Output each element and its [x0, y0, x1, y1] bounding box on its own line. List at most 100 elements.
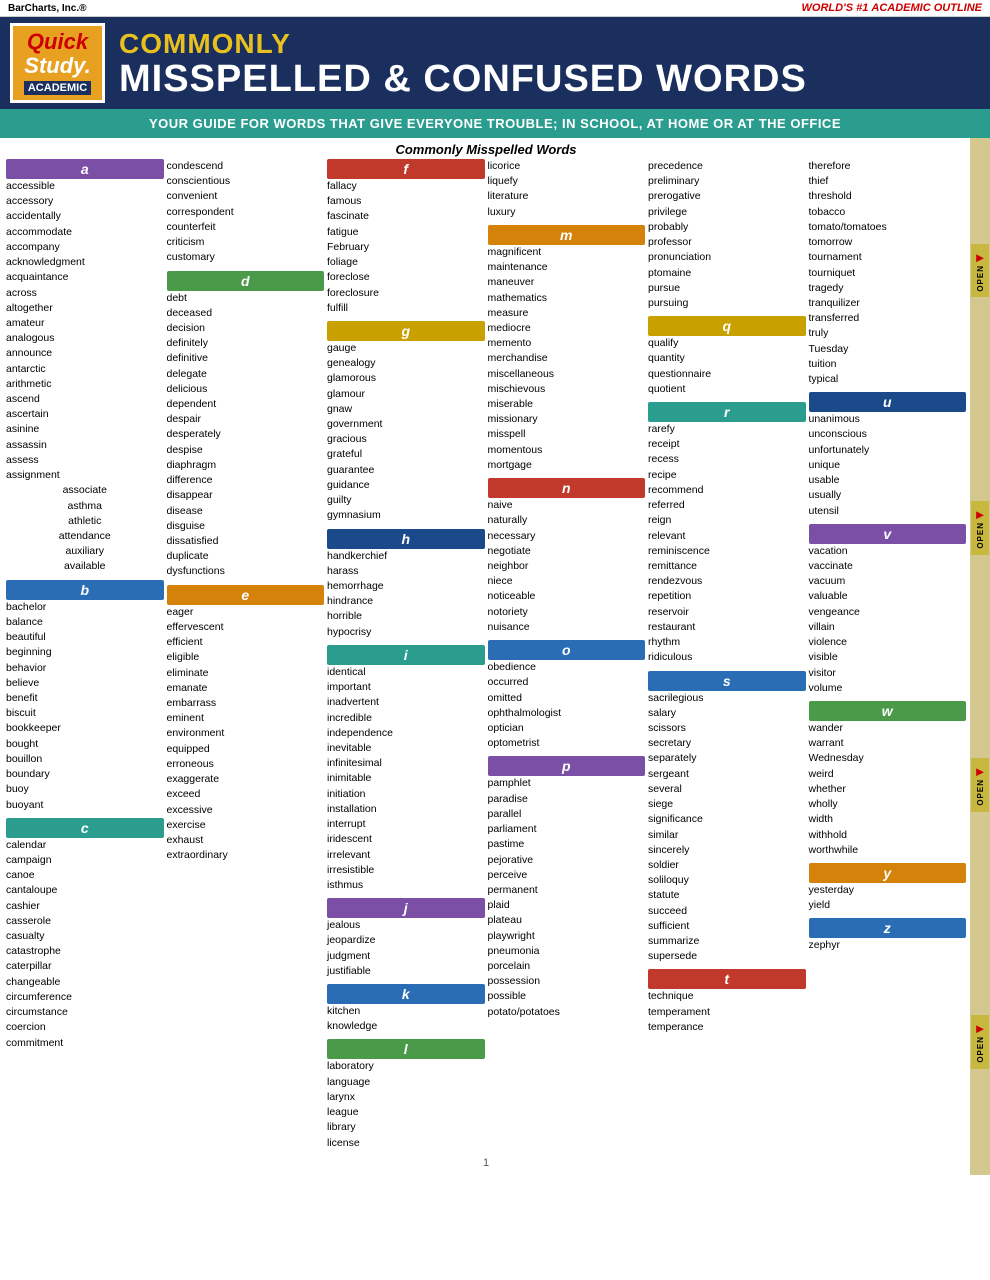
word-item: neighbor [488, 559, 646, 574]
word-item: pamphlet [488, 776, 646, 791]
word-list-o: obedience occurred omitted ophthalmologi… [488, 660, 646, 751]
word-item: salary [648, 706, 806, 721]
word-item: preliminary [648, 174, 806, 189]
word-item: acquaintance [6, 270, 164, 285]
word-item: sufficient [648, 919, 806, 934]
word-item: typical [809, 372, 967, 387]
section-s: s sacrilegious salary scissors secretary… [648, 671, 806, 965]
word-item: licorice [488, 159, 646, 174]
letter-f-header: f [327, 159, 485, 179]
main-content: Commonly Misspelled Words a accessible a… [0, 138, 970, 1175]
word-item: initiation [327, 787, 485, 802]
arrow-icon-4: ► [974, 1021, 987, 1036]
word-item: privilege [648, 205, 806, 220]
word-item: circumference [6, 990, 164, 1005]
word-item: foliage [327, 255, 485, 270]
word-item: omitted [488, 691, 646, 706]
word-item: delegate [167, 367, 325, 382]
word-list-t: technique temperament temperance [648, 989, 806, 1035]
word-item: liquefy [488, 174, 646, 189]
tab-open-2[interactable]: ► OPEN [971, 501, 989, 555]
word-item: duplicate [167, 549, 325, 564]
word-item: sacrilegious [648, 691, 806, 706]
word-item: extraordinary [167, 848, 325, 863]
word-item: infinitesimal [327, 756, 485, 771]
word-item: balance [6, 615, 164, 630]
word-item: tobacco [809, 205, 967, 220]
word-item: identical [327, 665, 485, 680]
word-item: biscuit [6, 706, 164, 721]
tab-open-1[interactable]: ► OPEN [971, 244, 989, 298]
word-item: recess [648, 452, 806, 467]
word-item: significance [648, 812, 806, 827]
word-item: dependent [167, 397, 325, 412]
word-item: notoriety [488, 605, 646, 620]
word-item: maneuver [488, 275, 646, 290]
tagline-post: ACADEMIC OUTLINE [871, 2, 982, 14]
word-item: hypocrisy [327, 625, 485, 640]
word-list-g: gauge genealogy glamorous glamour gnaw g… [327, 341, 485, 524]
word-list-l: laboratory language larynx league librar… [327, 1059, 485, 1150]
logo-box: Quick Study. ACADEMIC [10, 23, 105, 103]
logo-quick: Quick [19, 30, 96, 54]
word-item: athletic [6, 514, 164, 529]
word-item: yesterday [809, 883, 967, 898]
word-item: permanent [488, 883, 646, 898]
company-name: BarCharts, Inc.® [8, 3, 87, 14]
word-item: yield [809, 898, 967, 913]
letter-e-header: e [167, 585, 325, 605]
word-item: glamour [327, 387, 485, 402]
word-list-z: zephyr [809, 938, 967, 953]
word-item: justifiable [327, 964, 485, 979]
word-item: counterfeit [167, 220, 325, 235]
word-item: pneumonia [488, 944, 646, 959]
letter-q-header: q [648, 316, 806, 336]
word-item: debt [167, 291, 325, 306]
section-p: p pamphlet paradise parallel parliament … [488, 756, 646, 1020]
word-item: pejorative [488, 853, 646, 868]
word-item: commitment [6, 1036, 164, 1051]
tab-open-3[interactable]: ► OPEN [971, 758, 989, 812]
section-m: m magnificent maintenance maneuver mathe… [488, 225, 646, 473]
column-6: therefore thief threshold tobacco tomato… [809, 159, 967, 1153]
word-item: erroneous [167, 757, 325, 772]
word-item: coercion [6, 1020, 164, 1035]
word-item: important [327, 680, 485, 695]
word-item: reign [648, 513, 806, 528]
word-item: pastime [488, 837, 646, 852]
word-item: behavior [6, 661, 164, 676]
word-item: questionnaire [648, 367, 806, 382]
word-item: Tuesday [809, 342, 967, 357]
word-item: exaggerate [167, 772, 325, 787]
word-list-u: unanimous unconscious unfortunately uniq… [809, 412, 967, 519]
word-item: pursuing [648, 296, 806, 311]
word-item: conscientious [167, 174, 325, 189]
word-list-n: naive naturally necessary negotiate neig… [488, 498, 646, 635]
word-item: professor [648, 235, 806, 250]
word-item: receipt [648, 437, 806, 452]
word-item: eliminate [167, 666, 325, 681]
word-item: larynx [327, 1090, 485, 1105]
letter-p-header: p [488, 756, 646, 776]
letter-l-header: l [327, 1039, 485, 1059]
word-item: rarefy [648, 422, 806, 437]
section-b: b bachelor balance beautiful beginning b… [6, 580, 164, 813]
arrow-icon-1: ► [974, 250, 987, 265]
word-list-w: wander warrant Wednesday weird whether w… [809, 721, 967, 858]
word-item: buoyant [6, 798, 164, 813]
right-sidebar: ► OPEN ► OPEN ► OPEN ► OPEN [970, 138, 990, 1175]
word-list-d: debt deceased decision definitely defini… [167, 291, 325, 580]
word-item: necessary [488, 529, 646, 544]
word-item: February [327, 240, 485, 255]
word-item: wholly [809, 797, 967, 812]
word-item: knowledge [327, 1019, 485, 1034]
letter-k-header: k [327, 984, 485, 1004]
word-item: assignment [6, 468, 164, 483]
word-item: accidentally [6, 209, 164, 224]
logo-study: Study. [19, 54, 96, 78]
word-item: remittance [648, 559, 806, 574]
tab-open-4[interactable]: ► OPEN [971, 1015, 989, 1069]
section-d: d debt deceased decision definitely defi… [167, 271, 325, 580]
word-list-r: rarefy receipt recess recipe recommend r… [648, 422, 806, 666]
word-item: scissors [648, 721, 806, 736]
